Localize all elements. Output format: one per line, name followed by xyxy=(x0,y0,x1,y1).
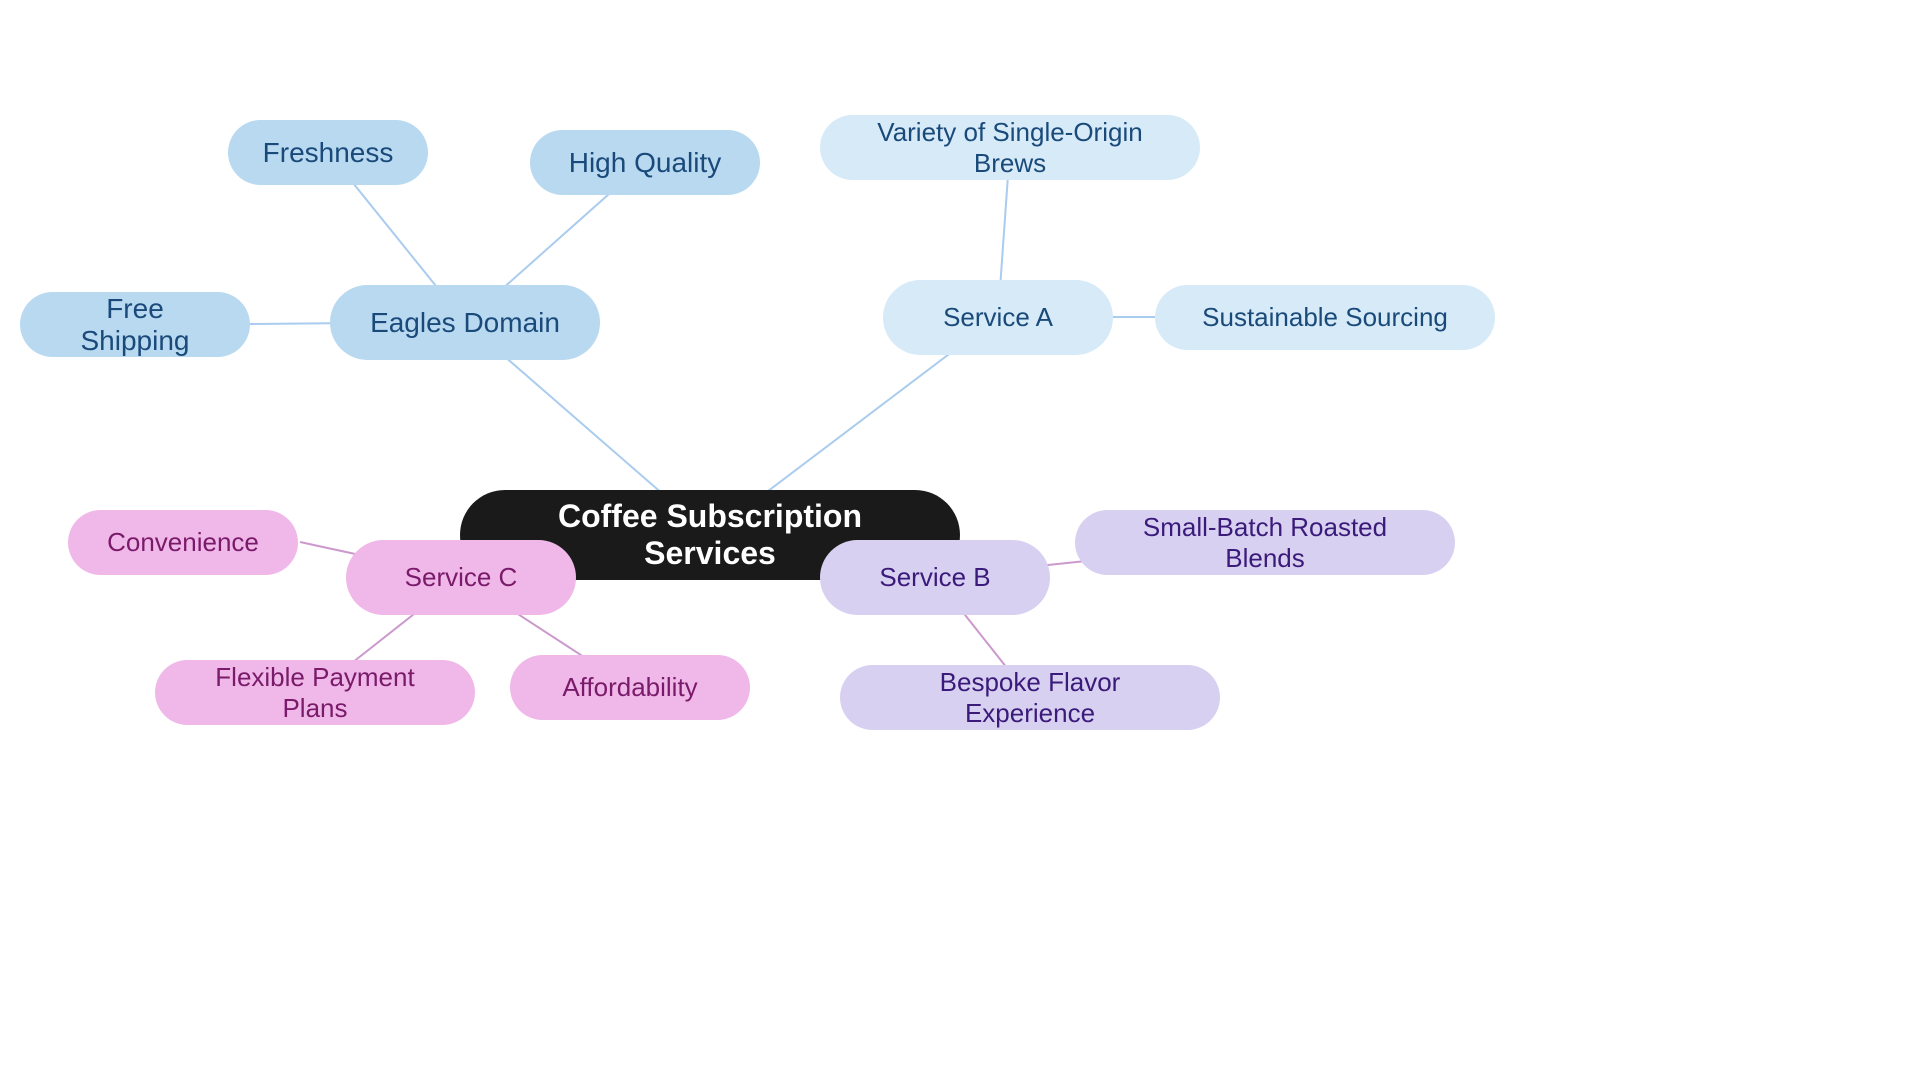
free-shipping-label: Free Shipping xyxy=(52,293,218,357)
sustainable-sourcing-label: Sustainable Sourcing xyxy=(1202,302,1448,333)
flexible-payment-plans-label: Flexible Payment Plans xyxy=(187,662,443,724)
service-c-label: Service C xyxy=(405,562,518,593)
service-b-node[interactable]: Service B xyxy=(820,540,1050,615)
convenience-label: Convenience xyxy=(107,527,259,558)
small-batch-node[interactable]: Small-Batch Roasted Blends xyxy=(1075,510,1455,575)
bespoke-flavor-label: Bespoke Flavor Experience xyxy=(872,667,1188,729)
small-batch-label: Small-Batch Roasted Blends xyxy=(1107,512,1423,574)
freshness-label: Freshness xyxy=(263,137,394,169)
service-a-node[interactable]: Service A xyxy=(883,280,1113,355)
service-a-label: Service A xyxy=(943,302,1053,333)
service-b-label: Service B xyxy=(879,562,990,593)
eagles-domain-label: Eagles Domain xyxy=(370,307,560,339)
flexible-payment-plans-node[interactable]: Flexible Payment Plans xyxy=(155,660,475,725)
high-quality-label: High Quality xyxy=(569,147,722,179)
sustainable-sourcing-node[interactable]: Sustainable Sourcing xyxy=(1155,285,1495,350)
freshness-node[interactable]: Freshness xyxy=(228,120,428,185)
variety-node[interactable]: Variety of Single-Origin Brews xyxy=(820,115,1200,180)
bespoke-flavor-node[interactable]: Bespoke Flavor Experience xyxy=(840,665,1220,730)
variety-label: Variety of Single-Origin Brews xyxy=(852,117,1168,179)
affordability-label: Affordability xyxy=(562,672,697,703)
affordability-node[interactable]: Affordability xyxy=(510,655,750,720)
free-shipping-node[interactable]: Free Shipping xyxy=(20,292,250,357)
eagles-domain-node[interactable]: Eagles Domain xyxy=(330,285,600,360)
service-c-node[interactable]: Service C xyxy=(346,540,576,615)
high-quality-node[interactable]: High Quality xyxy=(530,130,760,195)
convenience-node[interactable]: Convenience xyxy=(68,510,298,575)
